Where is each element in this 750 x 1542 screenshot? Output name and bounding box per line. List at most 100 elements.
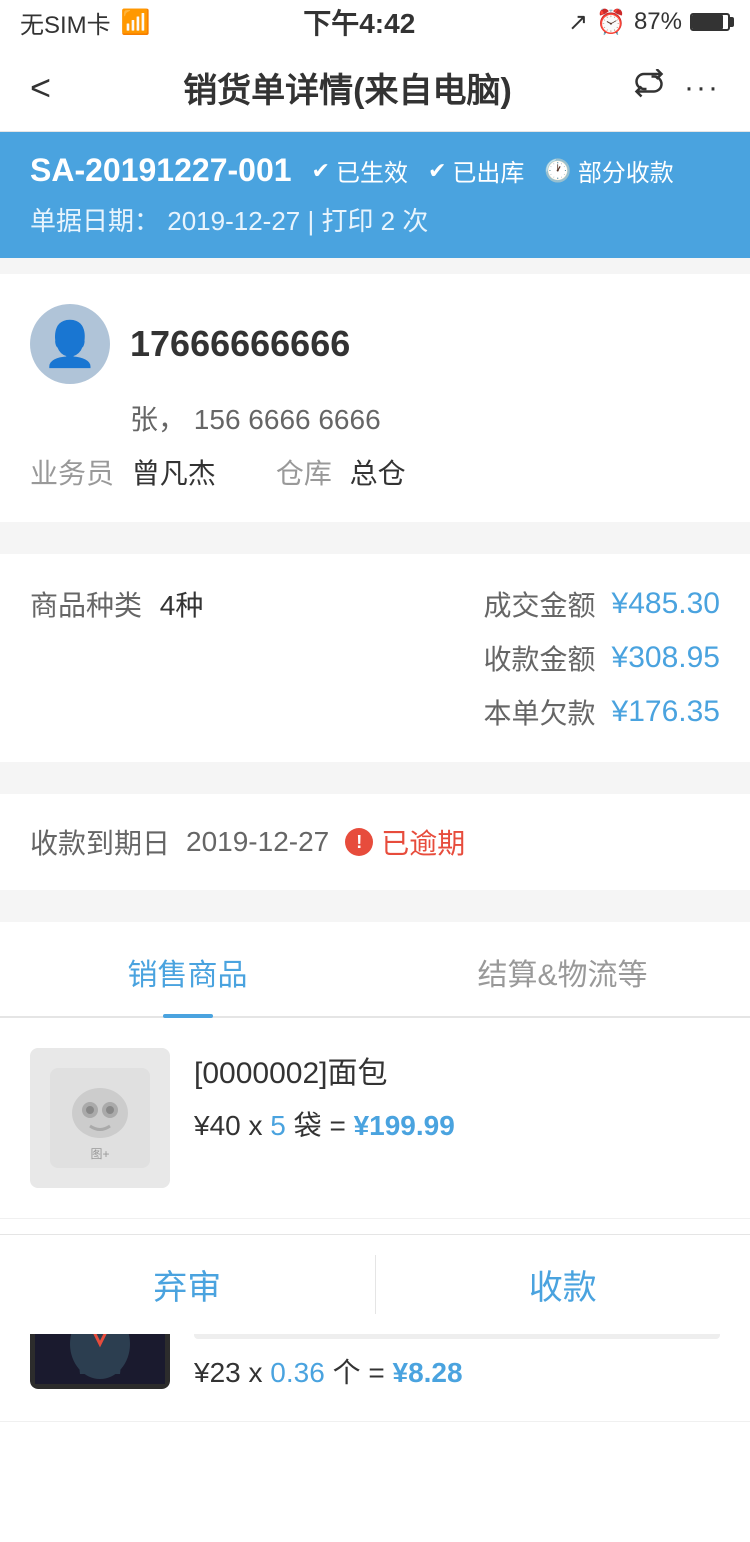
avatar: 👤: [30, 304, 110, 384]
product-price-bread: ¥40 x 5 袋 = ¥199.99: [194, 1104, 720, 1144]
cookie-base-price: ¥23: [194, 1357, 241, 1388]
due-date-section: 收款到期日 2019-12-27 ! 已逾期: [0, 794, 750, 890]
product-thumb-bread: 图+: [30, 1048, 170, 1188]
deal-amount-label: 成交金额: [484, 584, 596, 624]
status-shipped: ✔ 已出库: [428, 153, 524, 188]
customer-phone: 156 6666 6666: [194, 404, 381, 435]
check-icon-2: ✔: [428, 158, 446, 184]
received-label: 收款金额: [484, 638, 596, 678]
page-title: 销货单详情(来自电脑): [61, 63, 634, 112]
product-types-value: 4种: [160, 590, 204, 621]
due-date-label: 收款到期日: [30, 822, 170, 862]
cookie-equal: =: [368, 1357, 392, 1388]
status-right: ↗ ⏰ 87%: [568, 8, 730, 37]
product-info-bread: [0000002]面包 ¥40 x 5 袋 = ¥199.99: [194, 1048, 720, 1144]
customer-section: 👤 17666666666 张， 156 6666 6666 业务员 曾凡杰 仓…: [0, 274, 750, 522]
tabs-section: 销售商品 结算&物流等 图+: [0, 922, 750, 1542]
received-row: 收款金额 ¥308.95: [484, 638, 720, 678]
owed-label: 本单欠款: [484, 692, 596, 732]
nav-actions: ···: [634, 69, 720, 107]
share-icon[interactable]: [634, 69, 664, 107]
product-types-row: 商品种类 4种: [30, 584, 203, 624]
carrier-label: 无SIM卡: [20, 5, 111, 40]
battery-bar: [690, 13, 730, 31]
owed-value: ¥176.35: [612, 695, 720, 729]
customer-sub-info: 张， 156 6666 6666: [30, 398, 720, 438]
date-label: 单据日期：: [30, 206, 160, 236]
summary-section: 商品种类 4种 成交金额 ¥485.30 收款金额 ¥308.95 本单欠款 ¥…: [0, 554, 750, 762]
overdue-dot-icon: !: [345, 828, 373, 856]
deal-amount-row: 成交金额 ¥485.30: [484, 584, 720, 624]
separator-3: [0, 890, 750, 906]
bread-unit: 袋: [294, 1110, 322, 1141]
warehouse-value: 总仓: [350, 458, 406, 489]
cancel-audit-button[interactable]: 弃审: [0, 1235, 375, 1334]
clock-icon: 🕐: [544, 158, 571, 184]
bread-total: ¥199.99: [354, 1110, 455, 1141]
separator-2: [0, 762, 750, 778]
check-icon-1: ✔: [312, 158, 330, 184]
order-date: 2019-12-27: [167, 206, 300, 236]
salesperson-label: 业务员: [30, 458, 114, 489]
bottom-bar: 弃审 收款: [0, 1234, 750, 1334]
bread-base-price: ¥40: [194, 1110, 241, 1141]
product-types-label: 商品种类: [30, 590, 142, 621]
summary-left: 商品种类 4种: [30, 584, 203, 624]
cookie-multiply: x: [249, 1357, 271, 1388]
bread-multiply: x: [249, 1110, 271, 1141]
tabs-header: 销售商品 结算&物流等: [0, 922, 750, 1018]
status-effected: ✔ 已生效: [312, 153, 408, 188]
customer-info-row: 业务员 曾凡杰 仓库 总仓: [30, 452, 720, 492]
status-shipped-label: 已出库: [452, 153, 524, 188]
tab-sales-products[interactable]: 销售商品: [0, 922, 375, 1016]
salesperson-info: 业务员 曾凡杰: [30, 452, 216, 492]
product-price-cookie: ¥23 x 0.36 个 = ¥8.28: [194, 1351, 720, 1391]
owed-row: 本单欠款 ¥176.35: [484, 692, 720, 732]
deal-amount-value: ¥485.30: [612, 587, 720, 621]
customer-name-label: 张，: [130, 404, 186, 435]
alarm-icon: ⏰: [596, 8, 626, 37]
svg-text:图+: 图+: [90, 1147, 109, 1161]
summary-right: 成交金额 ¥485.30 收款金额 ¥308.95 本单欠款 ¥176.35: [484, 584, 720, 732]
status-partial-label: 部分收款: [578, 153, 674, 188]
status-left: 无SIM卡 📶: [20, 5, 151, 40]
tab-sales-products-label: 销售商品: [128, 959, 248, 992]
status-effected-label: 已生效: [336, 153, 408, 188]
location-icon: ↗: [568, 8, 588, 37]
collect-payment-button[interactable]: 收款: [376, 1235, 750, 1334]
due-date-value: 2019-12-27: [186, 826, 329, 858]
avatar-icon: 👤: [43, 318, 98, 370]
print-info: | 打印 2 次: [307, 206, 428, 236]
tab-settlement-logistics-label: 结算&物流等: [477, 959, 647, 992]
bread-qty: 5: [270, 1110, 286, 1141]
bread-equal: =: [329, 1110, 353, 1141]
bread-placeholder-image: 图+: [50, 1068, 150, 1168]
battery-label: 87%: [634, 8, 682, 36]
overdue-label: 已逾期: [381, 822, 465, 862]
bottom-spacer: [0, 1422, 750, 1542]
cookie-unit: 个: [333, 1357, 361, 1388]
salesperson-value: 曾凡杰: [132, 458, 216, 489]
separator-1: [0, 522, 750, 538]
wifi-icon: 📶: [121, 8, 151, 37]
battery-fill: [692, 15, 723, 29]
product-item-bread: 图+ [0000002]面包 ¥40 x 5 袋 = ¥199.99: [0, 1018, 750, 1219]
order-header-top: SA-20191227-001 ✔ 已生效 ✔ 已出库 🕐 部分收款: [30, 152, 720, 189]
more-icon[interactable]: ···: [684, 71, 720, 105]
warehouse-label: 仓库: [276, 458, 332, 489]
order-header-banner: SA-20191227-001 ✔ 已生效 ✔ 已出库 🕐 部分收款 单据日期：…: [0, 132, 750, 258]
product-name-bread: [0000002]面包: [194, 1048, 720, 1092]
order-date-row: 单据日期： 2019-12-27 | 打印 2 次: [30, 201, 720, 238]
status-partial: 🕐 部分收款: [544, 153, 673, 188]
back-button[interactable]: <: [30, 57, 61, 119]
status-bar: 无SIM卡 📶 下午4:42 ↗ ⏰ 87%: [0, 0, 750, 44]
tab-settlement-logistics[interactable]: 结算&物流等: [375, 922, 750, 1016]
customer-main-row: 👤 17666666666: [30, 304, 720, 384]
cookie-total: ¥8.28: [393, 1357, 463, 1388]
overdue-badge: ! 已逾期: [345, 822, 465, 862]
status-time: 下午4:42: [303, 2, 415, 42]
cookie-qty: 0.36: [270, 1357, 325, 1388]
order-id: SA-20191227-001: [30, 152, 292, 189]
warehouse-info: 仓库 总仓: [276, 452, 406, 492]
nav-bar: < 销货单详情(来自电脑) ···: [0, 44, 750, 132]
